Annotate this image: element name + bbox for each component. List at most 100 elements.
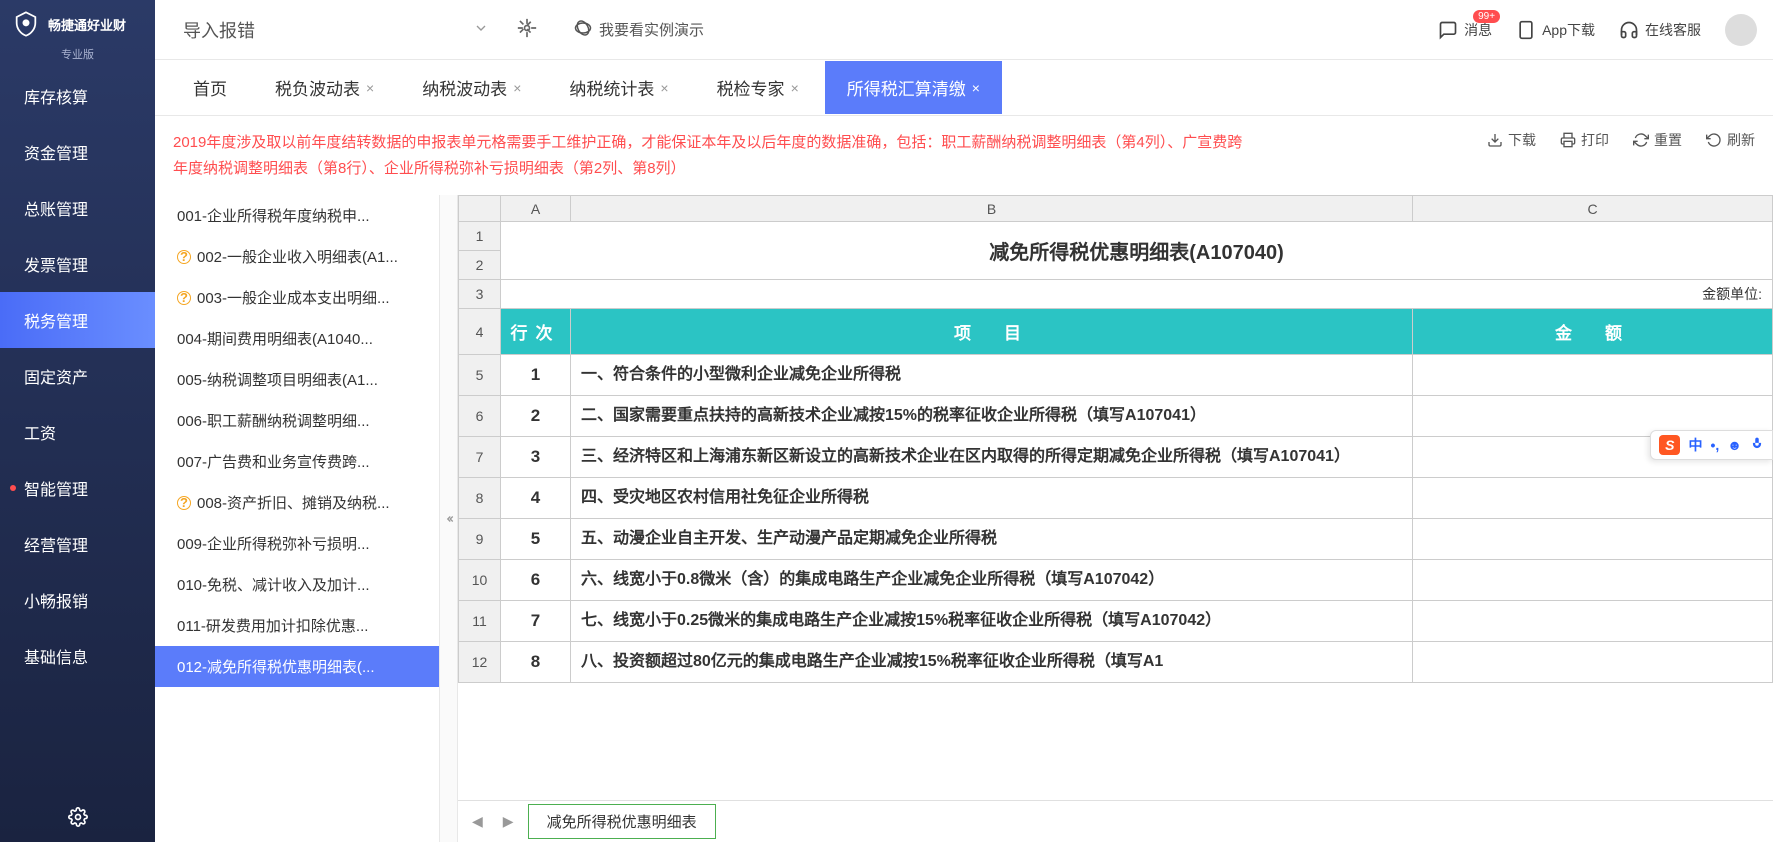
nav-item-7[interactable]: 智能管理: [0, 460, 155, 516]
row-header[interactable]: 8: [459, 478, 501, 519]
sheet-title[interactable]: 减免所得税优惠明细表(A107040): [501, 222, 1773, 280]
row-header[interactable]: 12: [459, 642, 501, 683]
tree-item-0[interactable]: 001-企业所得税年度纳税申...: [155, 195, 439, 236]
amount-cell[interactable]: [1413, 601, 1773, 642]
ime-punct-icon[interactable]: •,: [1710, 437, 1719, 453]
row-header[interactable]: 5: [459, 355, 501, 396]
amount-cell[interactable]: [1413, 355, 1773, 396]
row-header[interactable]: 9: [459, 519, 501, 560]
item-cell[interactable]: 五、动漫企业自主开发、生产动漫产品定期减免企业所得税: [571, 519, 1413, 560]
chevron-down-icon[interactable]: [473, 20, 489, 39]
amount-cell[interactable]: [1413, 642, 1773, 683]
tree-item-10[interactable]: 011-研发费用加计扣除优惠...: [155, 605, 439, 646]
corner-cell[interactable]: [459, 196, 501, 222]
row-header[interactable]: 4: [459, 309, 501, 355]
item-cell[interactable]: 七、线宽小于0.25微米的集成电路生产企业减按15%税率征收企业所得税（填写A1…: [571, 601, 1413, 642]
nav-item-3[interactable]: 发票管理: [0, 236, 155, 292]
row-num-cell[interactable]: 8: [501, 642, 571, 683]
tab-1[interactable]: 税负波动表×: [253, 61, 396, 114]
amount-cell[interactable]: [1413, 519, 1773, 560]
print-button[interactable]: 打印: [1560, 130, 1609, 150]
item-cell[interactable]: 二、国家需要重点扶持的高新技术企业减按15%的税率征收企业所得税（填写A1070…: [571, 396, 1413, 437]
ime-mic-icon[interactable]: [1750, 437, 1764, 454]
tree-item-2[interactable]: ?003-一般企业成本支出明细...: [155, 277, 439, 318]
service-button[interactable]: 在线客服: [1619, 20, 1701, 40]
nav-item-2[interactable]: 总账管理: [0, 180, 155, 236]
tree-item-3[interactable]: 004-期间费用明细表(A1040...: [155, 318, 439, 359]
tree-item-5[interactable]: 006-职工薪酬纳税调整明细...: [155, 400, 439, 441]
nav-item-5[interactable]: 固定资产: [0, 348, 155, 404]
grid-wrap[interactable]: A B C 1减免所得税优惠明细表(A107040) 2 3金额单位: 4 行次…: [458, 195, 1773, 800]
nav-item-6[interactable]: 工资: [0, 404, 155, 460]
nav-item-0[interactable]: 库存核算: [0, 68, 155, 124]
gear-icon[interactable]: [517, 18, 537, 41]
tree-item-4[interactable]: 005-纳税调整项目明细表(A1...: [155, 359, 439, 400]
close-icon[interactable]: ×: [972, 80, 980, 96]
close-icon[interactable]: ×: [660, 80, 668, 96]
tree-item-11[interactable]: 012-减免所得税优惠明细表(...: [155, 646, 439, 687]
refresh-button[interactable]: 刷新: [1706, 130, 1755, 150]
nav-item-8[interactable]: 经营管理: [0, 516, 155, 572]
nav-item-1[interactable]: 资金管理: [0, 124, 155, 180]
row-num-cell[interactable]: 2: [501, 396, 571, 437]
close-icon[interactable]: ×: [513, 80, 521, 96]
item-cell[interactable]: 八、投资额超过80亿元的集成电路生产企业减按15%税率征收企业所得税（填写A1: [571, 642, 1413, 683]
row-num-cell[interactable]: 6: [501, 560, 571, 601]
close-icon[interactable]: ×: [366, 80, 374, 96]
sheet-prev-icon[interactable]: ◀: [466, 813, 489, 830]
tree-item-9[interactable]: 010-免税、减计收入及加计...: [155, 564, 439, 605]
col-header-c[interactable]: C: [1413, 196, 1773, 222]
item-cell[interactable]: 四、受灾地区农村信用社免征企业所得税: [571, 478, 1413, 519]
download-button[interactable]: 下载: [1487, 130, 1536, 150]
col-header-a[interactable]: A: [501, 196, 571, 222]
app-download-button[interactable]: App下载: [1516, 20, 1595, 40]
sheet-next-icon[interactable]: ▶: [497, 813, 520, 830]
ime-bar[interactable]: S 中 •, ☻: [1650, 430, 1773, 460]
row-num-cell[interactable]: 3: [501, 437, 571, 478]
item-cell[interactable]: 六、线宽小于0.8微米（含）的集成电路生产企业减免企业所得税（填写A107042…: [571, 560, 1413, 601]
tab-2[interactable]: 纳税波动表×: [400, 61, 543, 114]
reset-button[interactable]: 重置: [1633, 130, 1682, 150]
th-amount[interactable]: 金 额: [1413, 309, 1773, 355]
th-item[interactable]: 项 目: [571, 309, 1413, 355]
tree-item-6[interactable]: 007-广告费和业务宣传费跨...: [155, 441, 439, 482]
ime-lang[interactable]: 中: [1688, 435, 1702, 455]
item-cell[interactable]: 三、经济特区和上海浦东新区新设立的高新技术企业在区内取得的所得定期减免企业所得税…: [571, 437, 1413, 478]
messages-button[interactable]: 消息 99+: [1438, 20, 1492, 40]
close-icon[interactable]: ×: [791, 80, 799, 96]
row-header[interactable]: 10: [459, 560, 501, 601]
search-box[interactable]: 导入报错: [171, 11, 501, 49]
th-rownum[interactable]: 行次: [501, 309, 571, 355]
tab-0[interactable]: 首页: [171, 61, 249, 114]
tab-4[interactable]: 税检专家×: [695, 61, 821, 114]
col-header-b[interactable]: B: [571, 196, 1413, 222]
amount-cell[interactable]: [1413, 478, 1773, 519]
row-header[interactable]: 7: [459, 437, 501, 478]
avatar[interactable]: [1725, 14, 1757, 46]
sheet-tab[interactable]: 减免所得税优惠明细表: [528, 804, 716, 839]
ime-face-icon[interactable]: ☻: [1727, 437, 1742, 453]
ime-s-icon[interactable]: S: [1659, 435, 1680, 455]
tab-3[interactable]: 纳税统计表×: [547, 61, 690, 114]
tree-item-8[interactable]: 009-企业所得税弥补亏损明...: [155, 523, 439, 564]
row-header[interactable]: 1: [459, 222, 501, 251]
demo-link[interactable]: 我要看实例演示: [573, 18, 704, 42]
nav-item-9[interactable]: 小畅报销: [0, 572, 155, 628]
item-cell[interactable]: 一、符合条件的小型微利企业减免企业所得税: [571, 355, 1413, 396]
tab-5[interactable]: 所得税汇算清缴×: [825, 61, 1002, 114]
unit-cell[interactable]: 金额单位:: [501, 280, 1773, 309]
row-header[interactable]: 6: [459, 396, 501, 437]
row-header[interactable]: 3: [459, 280, 501, 309]
nav-item-4[interactable]: 税务管理: [0, 292, 155, 348]
collapse-tree-button[interactable]: [440, 195, 458, 842]
row-num-cell[interactable]: 4: [501, 478, 571, 519]
row-num-cell[interactable]: 7: [501, 601, 571, 642]
settings-icon[interactable]: [0, 795, 155, 842]
nav-item-10[interactable]: 基础信息: [0, 628, 155, 684]
row-header[interactable]: 2: [459, 251, 501, 280]
row-num-cell[interactable]: 1: [501, 355, 571, 396]
row-header[interactable]: 11: [459, 601, 501, 642]
amount-cell[interactable]: [1413, 560, 1773, 601]
row-num-cell[interactable]: 5: [501, 519, 571, 560]
tree-item-1[interactable]: ?002-一般企业收入明细表(A1...: [155, 236, 439, 277]
